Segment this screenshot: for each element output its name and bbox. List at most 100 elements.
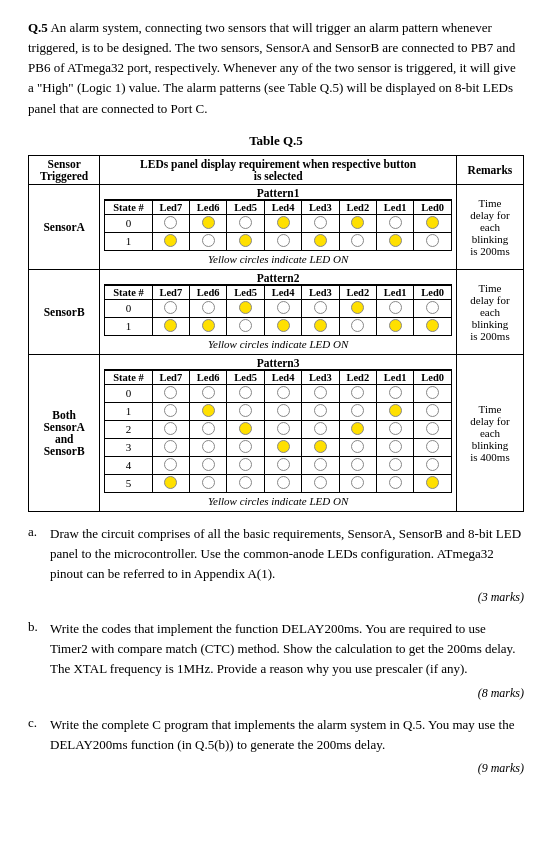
- led-cell: [339, 214, 376, 232]
- led-off-indicator: [202, 386, 215, 399]
- led-cell: [302, 474, 339, 492]
- led-cell: [264, 384, 301, 402]
- led-on-indicator: [277, 216, 290, 229]
- led-on-indicator: [426, 319, 439, 332]
- part-b-content: Write the codes that implement the funct…: [50, 619, 524, 710]
- header-sensor: SensorTriggered: [29, 155, 100, 184]
- led-cell: [152, 474, 189, 492]
- patternA-note: Yellow circles indicate LED ON: [104, 251, 452, 267]
- led-on-indicator: [351, 422, 364, 435]
- col-led5: Led5: [227, 370, 264, 384]
- led-on-indicator: [426, 476, 439, 489]
- col-led1: Led1: [377, 200, 414, 214]
- led-off-indicator: [239, 386, 252, 399]
- led-off-indicator: [314, 458, 327, 471]
- col-led2: Led2: [339, 285, 376, 299]
- state-cell: 0: [105, 299, 152, 317]
- led-cell: [377, 214, 414, 232]
- led-off-indicator: [426, 234, 439, 247]
- led-off-indicator: [277, 422, 290, 435]
- led-off-indicator: [426, 422, 439, 435]
- led-off-indicator: [277, 234, 290, 247]
- led-cell: [302, 214, 339, 232]
- led-cell: [414, 402, 452, 420]
- col-led3: Led3: [302, 285, 339, 299]
- led-cell: [190, 402, 227, 420]
- led-off-indicator: [164, 422, 177, 435]
- led-cell: [227, 402, 264, 420]
- question-block: Q.5 An alarm system, connecting two sens…: [28, 18, 524, 119]
- state-cell: 5: [105, 474, 152, 492]
- led-cell: [152, 232, 189, 250]
- led-cell: [302, 384, 339, 402]
- state-cell: 4: [105, 456, 152, 474]
- led-cell: [227, 456, 264, 474]
- led-cell: [264, 317, 301, 335]
- question-text: An alarm system, connecting two sensors …: [28, 20, 516, 116]
- led-cell: [152, 420, 189, 438]
- led-on-indicator: [314, 440, 327, 453]
- led-cell: [414, 420, 452, 438]
- part-a-marks: (3 marks): [50, 590, 524, 605]
- led-on-indicator: [277, 440, 290, 453]
- col-led0: Led0: [414, 285, 452, 299]
- led-on-indicator: [239, 422, 252, 435]
- led-off-indicator: [351, 319, 364, 332]
- led-cell: [302, 420, 339, 438]
- led-cell: [302, 317, 339, 335]
- led-cell: [377, 456, 414, 474]
- led-on-indicator: [239, 301, 252, 314]
- led-cell: [152, 299, 189, 317]
- led-cell: [190, 232, 227, 250]
- part-a-letter: a.: [28, 524, 44, 615]
- led-off-indicator: [314, 422, 327, 435]
- led-cell: [227, 299, 264, 317]
- patternC-inner-table: State # Led7 Led6 Led5 Led4 Led3 Led2 Le…: [104, 370, 452, 493]
- both-row: BothSensorAandSensorB Pattern3 State # L…: [29, 354, 524, 511]
- led-cell: [152, 317, 189, 335]
- led-off-indicator: [239, 216, 252, 229]
- led-cell: [264, 420, 301, 438]
- patternA-remarks: Timedelay foreachblinkingis 200ms: [456, 184, 523, 269]
- led-off-indicator: [164, 216, 177, 229]
- part-a: a. Draw the circuit comprises of all the…: [28, 524, 524, 615]
- led-cell: [264, 214, 301, 232]
- led-cell: [227, 384, 264, 402]
- led-cell: [227, 232, 264, 250]
- col-led5: Led5: [227, 285, 264, 299]
- header-remarks: Remarks: [456, 155, 523, 184]
- led-cell: [377, 420, 414, 438]
- led-off-indicator: [351, 386, 364, 399]
- table-row: 0: [105, 384, 452, 402]
- led-cell: [377, 299, 414, 317]
- led-off-indicator: [389, 458, 402, 471]
- table-row: 5: [105, 474, 452, 492]
- header-leds: LEDs panel display requirement when resp…: [100, 155, 457, 184]
- state-cell: 1: [105, 317, 152, 335]
- led-cell: [377, 232, 414, 250]
- led-cell: [152, 456, 189, 474]
- state-cell: 0: [105, 384, 152, 402]
- part-c: c. Write the complete C program that imp…: [28, 715, 524, 786]
- table-row: 0: [105, 214, 452, 232]
- led-off-indicator: [426, 404, 439, 417]
- both-label: BothSensorAandSensorB: [29, 354, 100, 511]
- led-cell: [414, 232, 452, 250]
- led-cell: [264, 438, 301, 456]
- col-led1: Led1: [377, 370, 414, 384]
- table-row: 0: [105, 299, 452, 317]
- led-cell: [302, 299, 339, 317]
- led-cell: [339, 438, 376, 456]
- led-off-indicator: [239, 476, 252, 489]
- led-cell: [152, 384, 189, 402]
- led-off-indicator: [314, 404, 327, 417]
- col-led1: Led1: [377, 285, 414, 299]
- led-off-indicator: [202, 234, 215, 247]
- led-cell: [377, 384, 414, 402]
- col-led4: Led4: [264, 200, 301, 214]
- led-cell: [339, 474, 376, 492]
- col-led2: Led2: [339, 200, 376, 214]
- led-cell: [377, 474, 414, 492]
- led-on-indicator: [426, 216, 439, 229]
- led-cell: [339, 232, 376, 250]
